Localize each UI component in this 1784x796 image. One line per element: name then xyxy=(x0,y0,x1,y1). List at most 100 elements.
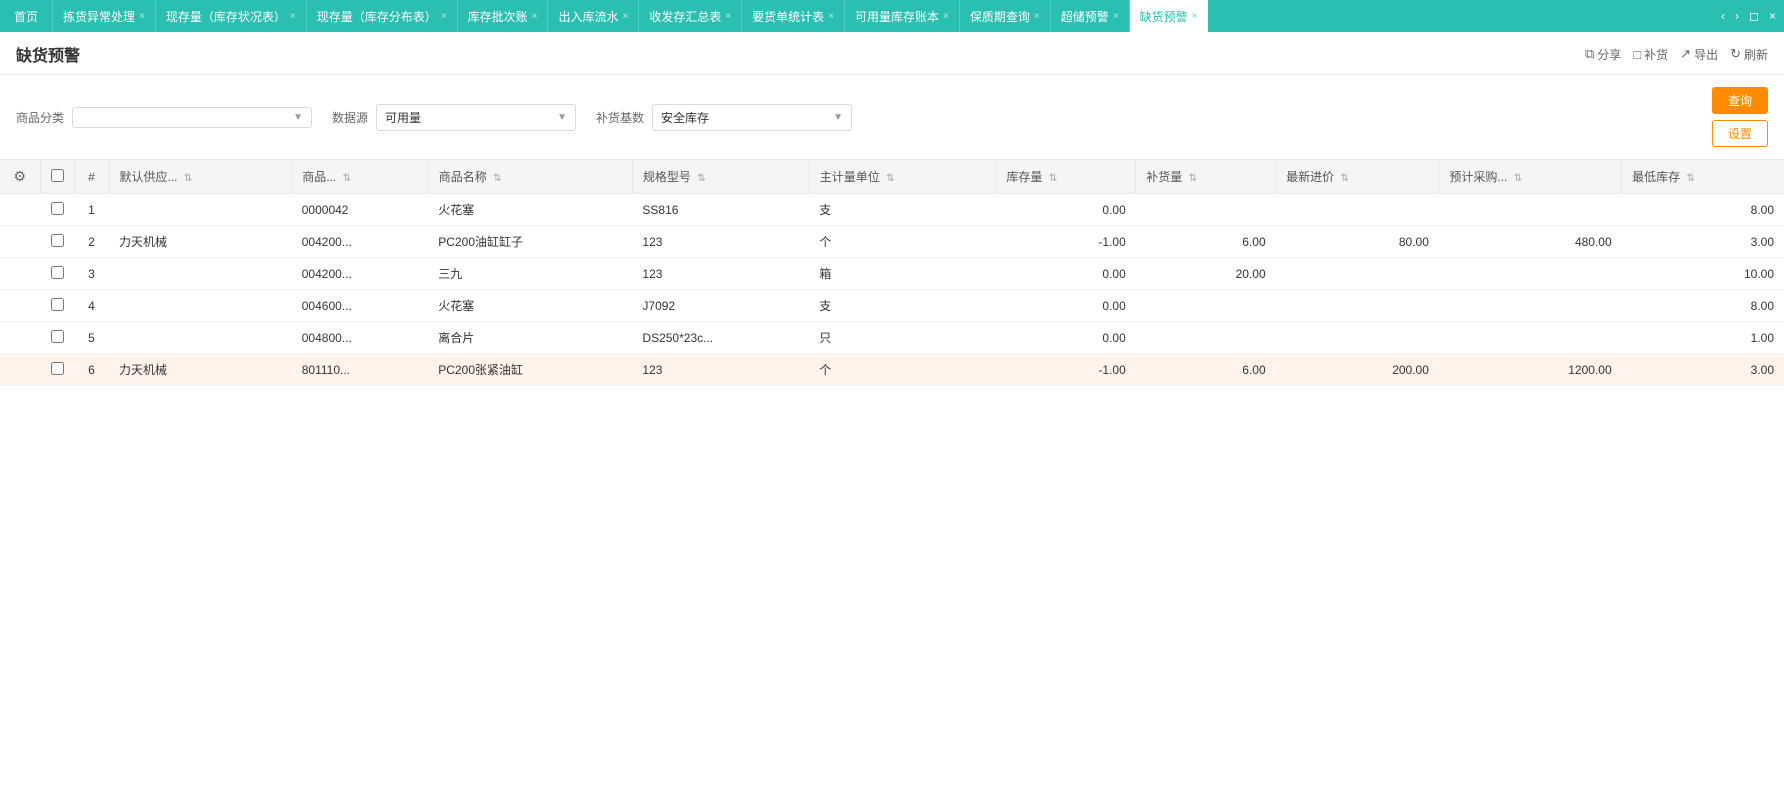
tab-home[interactable]: 首页 xyxy=(0,0,53,32)
tab-8[interactable]: 可用量库存账本 × xyxy=(845,0,960,32)
tab-3-close[interactable]: × xyxy=(441,11,447,22)
cell-settings-2 xyxy=(0,258,40,290)
refresh-button[interactable]: ↻ 刷新 xyxy=(1730,46,1768,63)
tab-3[interactable]: 现存量（库存分布表） × xyxy=(307,0,458,32)
col-stock-header[interactable]: 库存量 ⇅ xyxy=(996,160,1136,194)
col-goods-code-sort-icon: ⇅ xyxy=(343,173,351,184)
cell-unit-3: 支 xyxy=(809,290,996,322)
col-goods-code-label: 商品... xyxy=(302,170,336,184)
cell-estimated-purchase-5: 1200.00 xyxy=(1439,354,1622,386)
cell-estimated-purchase-1: 480.00 xyxy=(1439,226,1622,258)
col-replenish-qty-sort-icon: ⇅ xyxy=(1189,173,1197,184)
tab-5[interactable]: 出入库流水 × xyxy=(548,0,639,32)
tab-5-close[interactable]: × xyxy=(622,11,628,22)
cell-latest-price-5: 200.00 xyxy=(1276,354,1439,386)
query-button[interactable]: 查询 xyxy=(1712,87,1768,114)
col-goods-code-header[interactable]: 商品... ⇅ xyxy=(292,160,429,194)
cell-stock-3: 0.00 xyxy=(996,290,1136,322)
tab-11-close[interactable]: × xyxy=(1192,11,1198,22)
col-replenish-qty-header[interactable]: 补货量 ⇅ xyxy=(1136,160,1276,194)
home-label: 首页 xyxy=(14,8,38,25)
tab-9[interactable]: 保质期查询 × xyxy=(960,0,1051,32)
tab-11[interactable]: 缺货预警 × xyxy=(1130,0,1209,32)
cell-stock-1: -1.00 xyxy=(996,226,1136,258)
cell-settings-1 xyxy=(0,226,40,258)
cell-settings-4 xyxy=(0,322,40,354)
cell-replenish-qty-4 xyxy=(1136,322,1276,354)
cell-checkbox-2[interactable] xyxy=(40,258,74,290)
col-replenish-qty-label: 补货量 xyxy=(1146,170,1182,184)
tab-1-close[interactable]: × xyxy=(139,11,145,22)
row-checkbox-5[interactable] xyxy=(51,362,64,375)
tab-8-close[interactable]: × xyxy=(943,11,949,22)
cell-checkbox-4[interactable] xyxy=(40,322,74,354)
tab-4-close[interactable]: × xyxy=(532,11,538,22)
tab-7[interactable]: 要货单统计表 × xyxy=(742,0,845,32)
col-min-stock-sort-icon: ⇅ xyxy=(1687,173,1695,184)
tab-prev-button[interactable]: ‹ xyxy=(1717,7,1729,25)
replenish-button[interactable]: □ 补货 xyxy=(1633,46,1668,63)
table-row: 4 004600... 火花塞 J7092 支 0.00 8.00 xyxy=(0,290,1784,322)
share-button[interactable]: ⧉ 分享 xyxy=(1585,46,1621,63)
cell-estimated-purchase-3 xyxy=(1439,290,1622,322)
col-goods-name-sort-icon: ⇅ xyxy=(493,173,501,184)
col-latest-price-header[interactable]: 最新进价 ⇅ xyxy=(1276,160,1439,194)
cell-checkbox-3[interactable] xyxy=(40,290,74,322)
row-checkbox-0[interactable] xyxy=(51,202,64,215)
col-estimated-purchase-header[interactable]: 预计采购... ⇅ xyxy=(1439,160,1622,194)
tab-next-button[interactable]: › xyxy=(1731,7,1743,25)
data-source-arrow-icon: ▼ xyxy=(557,112,567,123)
data-source-group: 数据源 可用量 ▼ xyxy=(332,104,576,131)
cell-checkbox-1[interactable] xyxy=(40,226,74,258)
goods-class-select[interactable]: ▼ xyxy=(72,107,312,128)
data-source-select[interactable]: 可用量 ▼ xyxy=(376,104,576,131)
col-estimated-purchase-sort-icon: ⇅ xyxy=(1514,173,1522,184)
tab-close-button[interactable]: × xyxy=(1765,7,1780,25)
col-spec-header[interactable]: 规格型号 ⇅ xyxy=(632,160,809,194)
cell-supplier-2 xyxy=(109,258,292,290)
tab-1[interactable]: 拣货异常处理 × xyxy=(53,0,156,32)
cell-unit-4: 只 xyxy=(809,322,996,354)
col-goods-name-header[interactable]: 商品名称 ⇅ xyxy=(428,160,632,194)
data-table: ⚙ # 默认供应... ⇅ 商品... ⇅ 商品名称 xyxy=(0,159,1784,386)
tab-2-close[interactable]: × xyxy=(290,11,296,22)
cell-goods-name-5: PC200张紧油缸 xyxy=(428,354,632,386)
tab-2[interactable]: 现存量（库存状况表） × xyxy=(156,0,307,32)
cell-spec-1: 123 xyxy=(632,226,809,258)
cell-checkbox-5[interactable] xyxy=(40,354,74,386)
tab-10-label: 超储预警 xyxy=(1061,8,1109,25)
row-checkbox-4[interactable] xyxy=(51,330,64,343)
col-supplier-header[interactable]: 默认供应... ⇅ xyxy=(109,160,292,194)
col-spec-sort-icon: ⇅ xyxy=(697,173,705,184)
row-checkbox-2[interactable] xyxy=(51,266,64,279)
header-actions: ⧉ 分享 □ 补货 ↗ 导出 ↻ 刷新 xyxy=(1585,46,1768,63)
tab-4[interactable]: 库存批次账 × xyxy=(458,0,549,32)
cell-supplier-4 xyxy=(109,322,292,354)
tab-9-close[interactable]: × xyxy=(1034,11,1040,22)
col-stock-label: 库存量 xyxy=(1006,170,1042,184)
tab-10-close[interactable]: × xyxy=(1113,11,1119,22)
tab-7-close[interactable]: × xyxy=(828,11,834,22)
select-all-checkbox[interactable] xyxy=(51,169,64,182)
cell-checkbox-0[interactable] xyxy=(40,194,74,226)
col-min-stock-header[interactable]: 最低库存 ⇅ xyxy=(1622,160,1784,194)
cell-min-stock-0: 8.00 xyxy=(1622,194,1784,226)
export-button[interactable]: ↗ 导出 xyxy=(1680,46,1718,63)
col-unit-header[interactable]: 主计量单位 ⇅ xyxy=(809,160,996,194)
settings-button[interactable]: 设置 xyxy=(1712,120,1768,147)
col-settings[interactable]: ⚙ xyxy=(0,160,40,194)
share-label: 分享 xyxy=(1597,46,1621,63)
cell-spec-2: 123 xyxy=(632,258,809,290)
gear-icon[interactable]: ⚙ xyxy=(13,168,26,184)
tab-restore-button[interactable]: ◻ xyxy=(1745,7,1763,25)
cell-estimated-purchase-2 xyxy=(1439,258,1622,290)
cell-spec-5: 123 xyxy=(632,354,809,386)
tab-6[interactable]: 收发存汇总表 × xyxy=(639,0,742,32)
cell-supplier-3 xyxy=(109,290,292,322)
tab-10[interactable]: 超储预警 × xyxy=(1051,0,1130,32)
replenish-basis-select[interactable]: 安全库存 ▼ xyxy=(652,104,852,131)
data-source-value: 可用量 xyxy=(385,109,421,126)
tab-6-close[interactable]: × xyxy=(725,11,731,22)
row-checkbox-3[interactable] xyxy=(51,298,64,311)
row-checkbox-1[interactable] xyxy=(51,234,64,247)
